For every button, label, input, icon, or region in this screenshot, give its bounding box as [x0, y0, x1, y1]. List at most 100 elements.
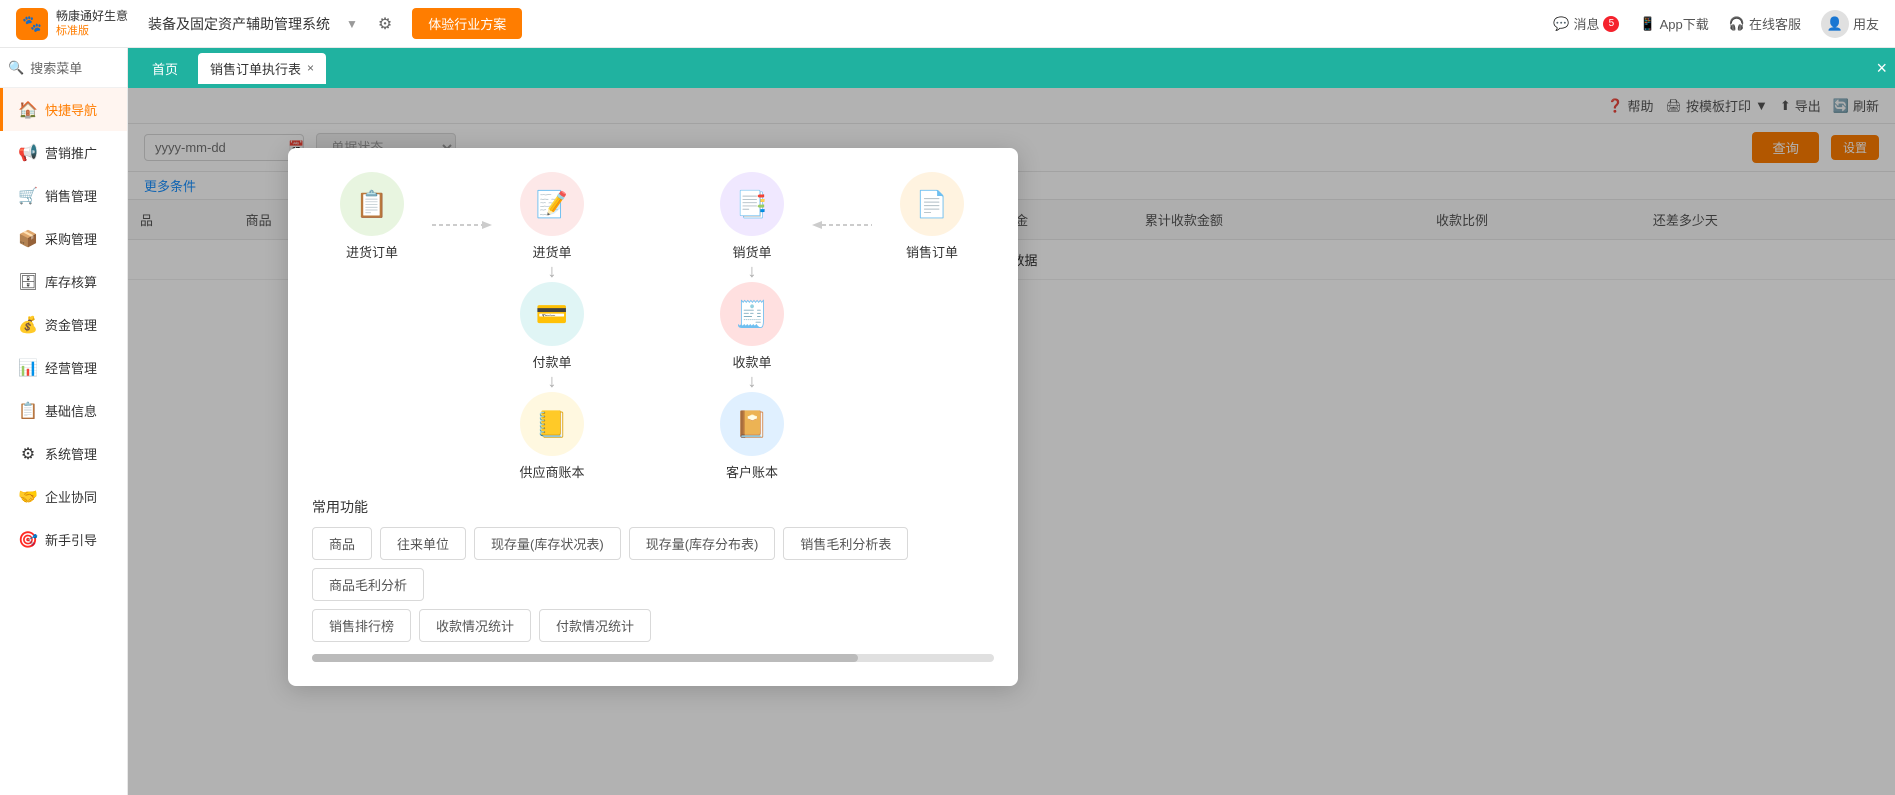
logo-area: 🐾 畅康通好生意 标准版	[16, 8, 128, 40]
purchase-bill-circle: 📝	[520, 172, 584, 236]
btn-stock-status[interactable]: 现存量(库存状况表)	[474, 527, 621, 560]
sidebar-search[interactable]: 🔍 搜索菜单	[0, 48, 127, 88]
sidebar-item-sales[interactable]: 🛒 销售管理	[0, 174, 127, 217]
logo-icon: 🐾	[16, 8, 48, 40]
btn-payment-stats[interactable]: 付款情况统计	[539, 609, 651, 642]
modal-overlay: 📋 进货订单 📝 进货单	[128, 88, 1895, 795]
flow-arrows-down-2: ↓ ↓	[312, 371, 994, 392]
arrow-down-receipt: ↓	[692, 371, 812, 392]
service-icon: 🎧	[1729, 16, 1745, 32]
sidebar-item-basic[interactable]: 📋 基础信息	[0, 389, 127, 432]
search-menu-trigger[interactable]: 🔍 搜索菜单	[8, 58, 119, 77]
receipt-circle: 🧾	[720, 282, 784, 346]
common-functions-section: 常用功能 商品 往来单位 现存量(库存状况表) 现存量(库存分布表) 销售毛利分…	[312, 497, 994, 642]
sales-bill-label: 销货单	[732, 242, 771, 261]
modal-scrollbar-track[interactable]	[312, 654, 994, 662]
receipt-label: 收款单	[732, 352, 771, 371]
sidebar-item-enterprise[interactable]: 🤝 企业协同	[0, 475, 127, 518]
guide-icon: 🎯	[19, 531, 37, 549]
common-functions-title: 常用功能	[312, 497, 994, 517]
online-service-item[interactable]: 🎧 在线客服	[1729, 14, 1801, 33]
trial-button[interactable]: 体验行业方案	[412, 8, 522, 39]
flow-payment[interactable]: 💳 付款单	[492, 282, 612, 371]
flow-supplier-account[interactable]: 📒 供应商账本	[492, 392, 612, 481]
purchase-icon: 📦	[19, 230, 37, 248]
supplier-label: 供应商账本	[519, 462, 584, 481]
supplier-circle: 📒	[520, 392, 584, 456]
payment-circle: 💳	[520, 282, 584, 346]
tab-home[interactable]: 首页	[136, 51, 194, 86]
user-item[interactable]: 👤 用友	[1821, 10, 1879, 38]
flow-sales-order[interactable]: 📄 销售订单	[872, 172, 992, 261]
sidebar-item-inventory[interactable]: 🗄 库存核算	[0, 260, 127, 303]
sidebar-item-guide[interactable]: 🎯 新手引导	[0, 518, 127, 561]
sidebar-item-purchase[interactable]: 📦 采购管理	[0, 217, 127, 260]
download-icon: 📱	[1639, 16, 1655, 32]
top-bar: 🐾 畅康通好生意 标准版 装备及固定资产辅助管理系统 ▼ ⚙ 体验行业方案 💬 …	[0, 0, 1895, 48]
tab-sales-order[interactable]: 销售订单执行表 ×	[198, 53, 326, 84]
btn-product[interactable]: 商品	[312, 527, 372, 560]
inventory-icon: 🗄	[19, 273, 37, 291]
content-area: 首页 销售订单执行表 × × ❓ 帮助	[128, 48, 1895, 795]
sidebar-item-operation[interactable]: 📊 经营管理	[0, 346, 127, 389]
basic-icon: 📋	[19, 402, 37, 420]
content-body: ❓ 帮助 🖨 按模板打印 ▼ ⬆ 导出 🔄	[128, 88, 1895, 795]
sidebar-item-system[interactable]: ⚙ 系统管理	[0, 432, 127, 475]
search-icon: 🔍	[8, 60, 24, 76]
common-buttons-row-2: 销售排行榜 收款情况统计 付款情况统计	[312, 609, 994, 642]
customer-circle: 📔	[720, 392, 784, 456]
marketing-icon: 📢	[19, 144, 37, 162]
finance-icon: 💰	[19, 316, 37, 334]
close-all-tabs-icon[interactable]: ×	[1876, 58, 1887, 79]
flow-customer-account[interactable]: 📔 客户账本	[692, 392, 812, 481]
flow-purchase-order[interactable]: 📋 进货订单	[312, 172, 432, 261]
sidebar-item-marketing[interactable]: 📢 营销推广	[0, 131, 127, 174]
tab-bar: 首页 销售订单执行表 × ×	[128, 48, 1895, 88]
sidebar-item-quick[interactable]: 🏠 快捷导航	[0, 88, 127, 131]
system-icon: ⚙	[19, 445, 37, 463]
sales-icon: 🛒	[19, 187, 37, 205]
btn-sales-gross[interactable]: 销售毛利分析表	[783, 527, 908, 560]
flow-purchase-bill[interactable]: 📝 进货单	[492, 172, 612, 261]
tab-close-icon[interactable]: ×	[307, 61, 314, 75]
flow-diagram: 📋 进货订单 📝 进货单	[312, 172, 994, 481]
message-item[interactable]: 💬 消息 5	[1553, 14, 1619, 33]
payment-label: 付款单	[532, 352, 571, 371]
purchase-order-label: 进货订单	[346, 242, 398, 261]
flow-row-1: 📋 进货订单 📝 进货单	[312, 172, 994, 261]
user-avatar: 👤	[1821, 10, 1849, 38]
system-title: 装备及固定资产辅助管理系统	[148, 14, 330, 34]
message-badge: 5	[1603, 16, 1619, 32]
flow-receipt[interactable]: 🧾 收款单	[692, 282, 812, 371]
settings-icon[interactable]: ⚙	[378, 14, 392, 34]
flow-sales-bill[interactable]: 📑 销货单	[692, 172, 812, 261]
logo-text: 畅康通好生意 标准版	[56, 9, 128, 39]
sidebar: 🔍 搜索菜单 🏠 快捷导航 📢 营销推广 🛒 销售管理 📦 采购管理	[0, 48, 128, 795]
common-buttons-row-1: 商品 往来单位 现存量(库存状况表) 现存量(库存分布表) 销售毛利分析表 商品…	[312, 527, 994, 601]
sales-order-label: 销售订单	[906, 242, 958, 261]
flow-row-3: 📒 供应商账本 📔 客户账本	[312, 392, 994, 481]
btn-sales-rank[interactable]: 销售排行榜	[312, 609, 411, 642]
operation-icon: 📊	[19, 359, 37, 377]
dropdown-icon[interactable]: ▼	[346, 17, 358, 31]
arrow-right-1	[432, 217, 492, 261]
home-icon: 🏠	[19, 101, 37, 119]
main-area: 🔍 搜索菜单 🏠 快捷导航 📢 营销推广 🛒 销售管理 📦 采购管理	[0, 48, 1895, 795]
btn-partner[interactable]: 往来单位	[380, 527, 466, 560]
app-download-item[interactable]: 📱 App下载	[1639, 14, 1708, 33]
btn-receipt-stats[interactable]: 收款情况统计	[419, 609, 531, 642]
sidebar-item-finance[interactable]: 💰 资金管理	[0, 303, 127, 346]
enterprise-icon: 🤝	[19, 488, 37, 506]
customer-label: 客户账本	[726, 462, 778, 481]
btn-stock-dist[interactable]: 现存量(库存分布表)	[629, 527, 776, 560]
flow-row-2: 💳 付款单 🧾 收款单	[312, 282, 994, 371]
btn-product-gross[interactable]: 商品毛利分析	[312, 568, 424, 601]
sales-order-circle: 📄	[900, 172, 964, 236]
arrow-down-sales: ↓	[692, 261, 812, 282]
message-icon: 💬	[1553, 16, 1569, 32]
flow-arrows-down: ↓ ↓	[312, 261, 994, 282]
modal-scrollbar-thumb[interactable]	[312, 654, 858, 662]
top-bar-right: 💬 消息 5 📱 App下载 🎧 在线客服 👤 用友	[1553, 10, 1879, 38]
arrow-left-1	[812, 217, 872, 261]
arrow-down-purchase: ↓	[492, 261, 612, 282]
